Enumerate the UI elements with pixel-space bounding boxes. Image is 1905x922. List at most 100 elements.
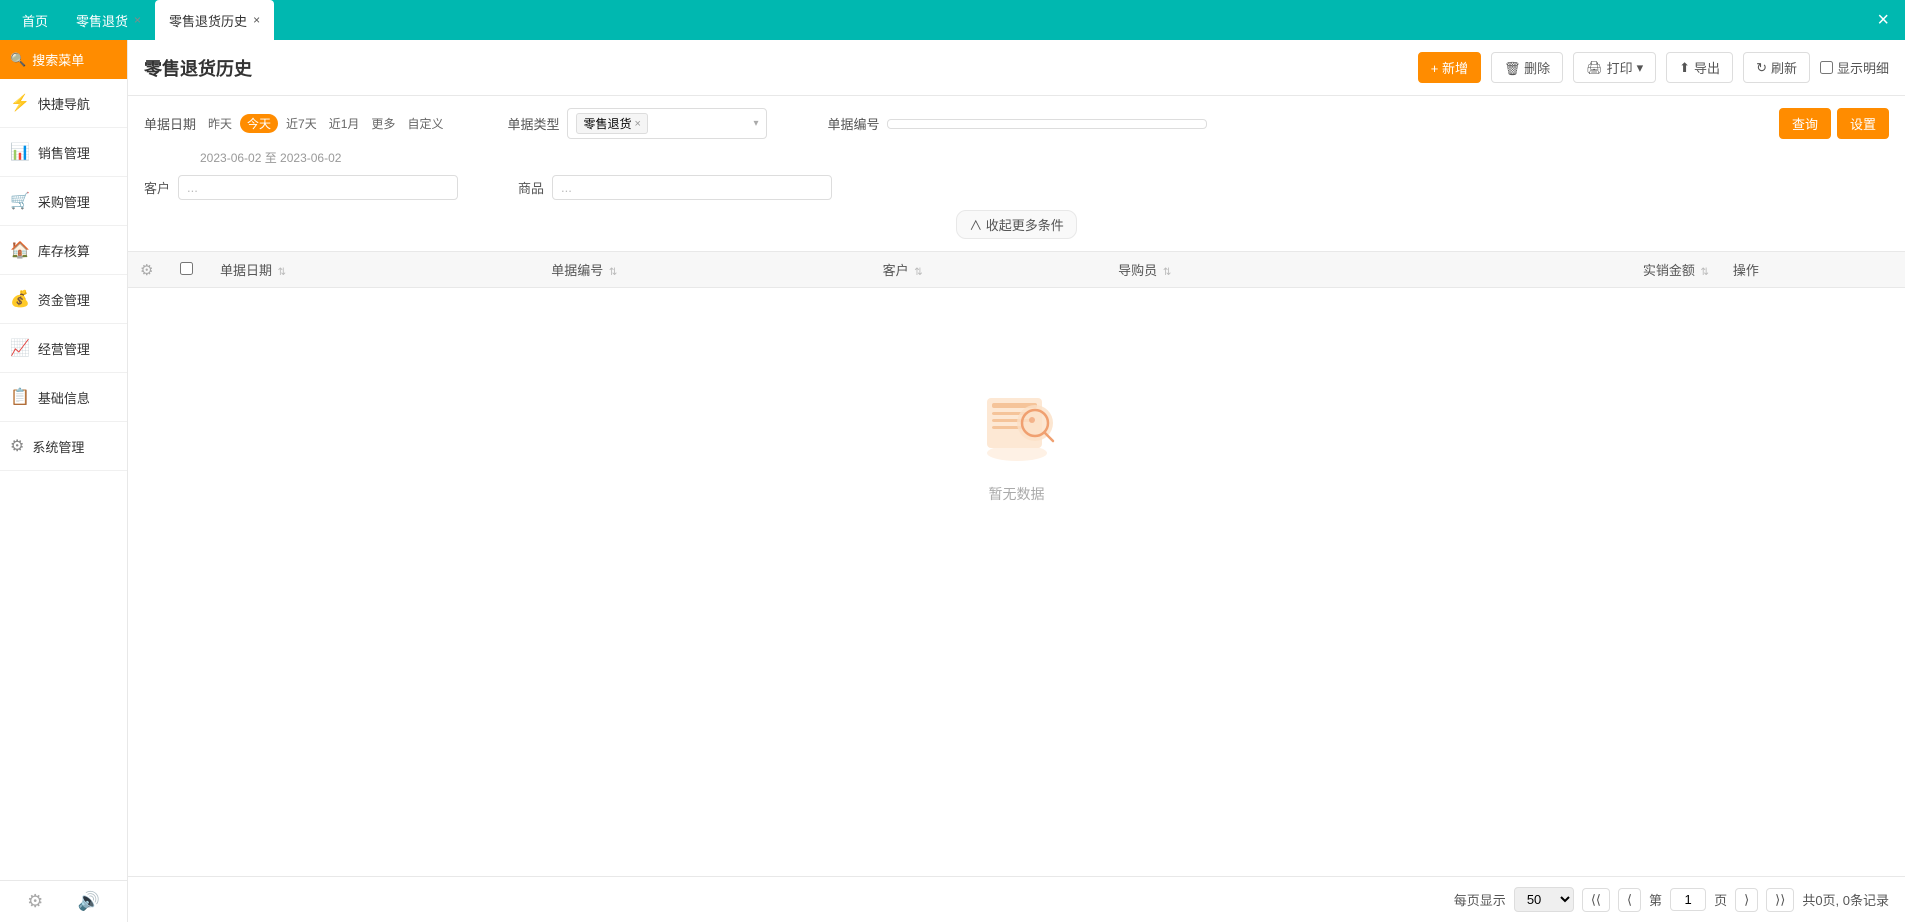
date-btn-more[interactable]: 更多 bbox=[367, 114, 399, 133]
table-settings-header[interactable]: ⚙ bbox=[128, 252, 168, 288]
sidebar-item-finance[interactable]: 💰 资金管理 bbox=[0, 275, 127, 324]
table-footer: 每页显示 10 20 50 100 ⟨⟨ ⟨ 第 页 ⟩ ⟩⟩ 共0页, 0条记… bbox=[128, 876, 1905, 922]
pagination-first-button[interactable]: ⟨⟨ bbox=[1582, 888, 1610, 912]
goods-input[interactable]: ... bbox=[552, 175, 832, 200]
export-icon: ⬆ bbox=[1679, 60, 1690, 76]
table-header-number[interactable]: 单据编号 ⇅ bbox=[539, 252, 870, 288]
sidebar-item-purchase[interactable]: 🛒 采购管理 bbox=[0, 177, 127, 226]
export-button[interactable]: ⬆ 导出 bbox=[1666, 52, 1733, 83]
per-page-select[interactable]: 10 20 50 100 bbox=[1514, 887, 1574, 912]
table-header-guide[interactable]: 导购员 ⇅ bbox=[1106, 252, 1389, 288]
header-date-label: 单据日期 bbox=[220, 263, 272, 278]
shortcut-icon: ⚡ bbox=[10, 93, 30, 113]
settings-button[interactable]: 设置 bbox=[1837, 108, 1889, 139]
print-icon: 🖨 bbox=[1586, 60, 1603, 76]
sidebar-item-label: 基础信息 bbox=[38, 388, 90, 407]
sidebar-item-label: 快捷导航 bbox=[38, 94, 90, 113]
sidebar-item-operations[interactable]: 📈 经营管理 bbox=[0, 324, 127, 373]
search-icon: 🔍 bbox=[10, 52, 26, 68]
basics-icon: 📋 bbox=[10, 387, 30, 407]
content-area: 零售退货历史 + 新增 🗑 删除 🖨 打印 ▾ ⬆ 导出 ↻ 刷新 bbox=[128, 40, 1905, 922]
header-amount-label: 实销金额 bbox=[1643, 263, 1695, 278]
empty-row: 暂无数据 bbox=[128, 288, 1905, 585]
sidebar-item-sales[interactable]: 📊 销售管理 bbox=[0, 128, 127, 177]
type-filter-label: 单据类型 bbox=[507, 114, 559, 133]
page-number-input[interactable] bbox=[1670, 888, 1706, 911]
table-header-customer[interactable]: 客户 ⇅ bbox=[871, 252, 1107, 288]
query-button[interactable]: 查询 bbox=[1779, 108, 1831, 139]
inventory-icon: 🏠 bbox=[10, 240, 30, 260]
collapse-button[interactable]: ∧ 收起更多条件 bbox=[956, 210, 1077, 239]
pagination-last-button[interactable]: ⟩⟩ bbox=[1766, 888, 1794, 912]
show-detail-label-text: 显示明细 bbox=[1837, 58, 1889, 77]
add-button[interactable]: + 新增 bbox=[1418, 52, 1481, 83]
date-btn-yesterday[interactable]: 昨天 bbox=[204, 114, 236, 133]
date-btn-1month[interactable]: 近1月 bbox=[325, 114, 364, 133]
delete-button[interactable]: 🗑 删除 bbox=[1491, 52, 1563, 83]
header-customer-label: 客户 bbox=[883, 263, 909, 278]
operations-icon: 📈 bbox=[10, 338, 30, 358]
sidebar-item-label: 采购管理 bbox=[38, 192, 90, 211]
settings-bottom-icon[interactable]: ⚙ bbox=[27, 891, 43, 912]
sort-number-icon: ⇅ bbox=[609, 267, 617, 278]
date-btn-custom[interactable]: 自定义 bbox=[403, 114, 447, 133]
filter-voucher: 单据编号 bbox=[827, 114, 1207, 133]
sidebar-search[interactable]: 🔍 搜索菜单 bbox=[0, 40, 127, 79]
audio-bottom-icon[interactable]: 🔊 bbox=[77, 891, 99, 912]
tab-home[interactable]: 首页 bbox=[8, 11, 62, 30]
tab-retail-return[interactable]: 零售退货 × bbox=[62, 0, 155, 40]
table-header-ops: 操作 bbox=[1721, 252, 1905, 288]
sidebar-item-inventory[interactable]: 🏠 库存核算 bbox=[0, 226, 127, 275]
sidebar-item-basics[interactable]: 📋 基础信息 bbox=[0, 373, 127, 422]
sort-customer-icon: ⇅ bbox=[914, 267, 922, 278]
table-checkbox-header[interactable] bbox=[168, 252, 208, 288]
purchase-icon: 🛒 bbox=[10, 191, 30, 211]
table-header-date[interactable]: 单据日期 ⇅ bbox=[208, 252, 539, 288]
tab-close-1[interactable]: × bbox=[253, 13, 260, 27]
customer-filter-label: 客户 bbox=[144, 178, 170, 197]
type-tag-text: 零售退货 bbox=[583, 115, 631, 132]
type-tag-close[interactable]: × bbox=[634, 118, 640, 130]
date-range-text: 2023-06-02 至 2023-06-02 bbox=[200, 151, 341, 165]
show-detail-toggle[interactable]: 显示明细 bbox=[1820, 58, 1889, 77]
sort-guide-icon: ⇅ bbox=[1163, 267, 1171, 278]
date-btn-today[interactable]: 今天 bbox=[240, 114, 278, 133]
customer-input[interactable]: ... bbox=[178, 175, 458, 200]
date-btn-7days[interactable]: 近7天 bbox=[282, 114, 321, 133]
print-chevron: ▾ bbox=[1637, 60, 1644, 76]
filter-goods: 商品 ... bbox=[518, 175, 832, 200]
refresh-button[interactable]: ↻ 刷新 bbox=[1743, 52, 1810, 83]
type-tag: 零售退货 × bbox=[576, 113, 647, 134]
header-guide-label: 导购员 bbox=[1118, 263, 1157, 278]
tab-retail-return-history[interactable]: 零售退货历史 × bbox=[155, 0, 274, 40]
pagination-prev-button[interactable]: ⟨ bbox=[1618, 888, 1641, 912]
type-select[interactable]: 零售退货 × ▾ bbox=[567, 108, 767, 139]
sidebar-item-shortcut[interactable]: ⚡ 快捷导航 bbox=[0, 79, 127, 128]
filter-customer: 客户 ... bbox=[144, 175, 458, 200]
total-records-label: 共0页, 0条记录 bbox=[1802, 890, 1889, 909]
sidebar-item-system[interactable]: ⚙ 系统管理 bbox=[0, 422, 127, 471]
tab-close-0[interactable]: × bbox=[134, 13, 141, 27]
date-filter-options: 昨天 今天 近7天 近1月 更多 自定义 bbox=[204, 114, 447, 133]
table-header-amount[interactable]: 实销金额 ⇅ bbox=[1390, 252, 1721, 288]
table-gear-icon[interactable]: ⚙ bbox=[140, 262, 153, 279]
export-label: 导出 bbox=[1694, 58, 1720, 77]
sidebar-item-label: 销售管理 bbox=[38, 143, 90, 162]
top-bar-right: × bbox=[1869, 9, 1897, 32]
sidebar-item-label: 库存核算 bbox=[38, 241, 90, 260]
date-range-display: 2023-06-02 至 2023-06-02 bbox=[200, 149, 1889, 167]
window-close-button[interactable]: × bbox=[1869, 9, 1897, 32]
select-all-checkbox[interactable] bbox=[180, 262, 193, 275]
show-detail-checkbox[interactable] bbox=[1820, 61, 1833, 74]
data-table: ⚙ 单据日期 ⇅ 单据编号 ⇅ bbox=[128, 252, 1905, 584]
print-button[interactable]: 🖨 打印 ▾ bbox=[1573, 52, 1656, 83]
voucher-input[interactable] bbox=[887, 119, 1207, 129]
filter-date: 单据日期 昨天 今天 近7天 近1月 更多 自定义 bbox=[144, 114, 447, 133]
header-number-label: 单据编号 bbox=[551, 263, 603, 278]
pagination-next-button[interactable]: ⟩ bbox=[1735, 888, 1758, 912]
filter-row-2: 客户 ... 商品 ... bbox=[144, 175, 1889, 200]
sidebar-search-label: 搜索菜单 bbox=[32, 50, 84, 69]
refresh-label: 刷新 bbox=[1771, 58, 1797, 77]
page-title: 零售退货历史 bbox=[144, 55, 252, 81]
page-prefix-label: 第 bbox=[1649, 890, 1662, 909]
